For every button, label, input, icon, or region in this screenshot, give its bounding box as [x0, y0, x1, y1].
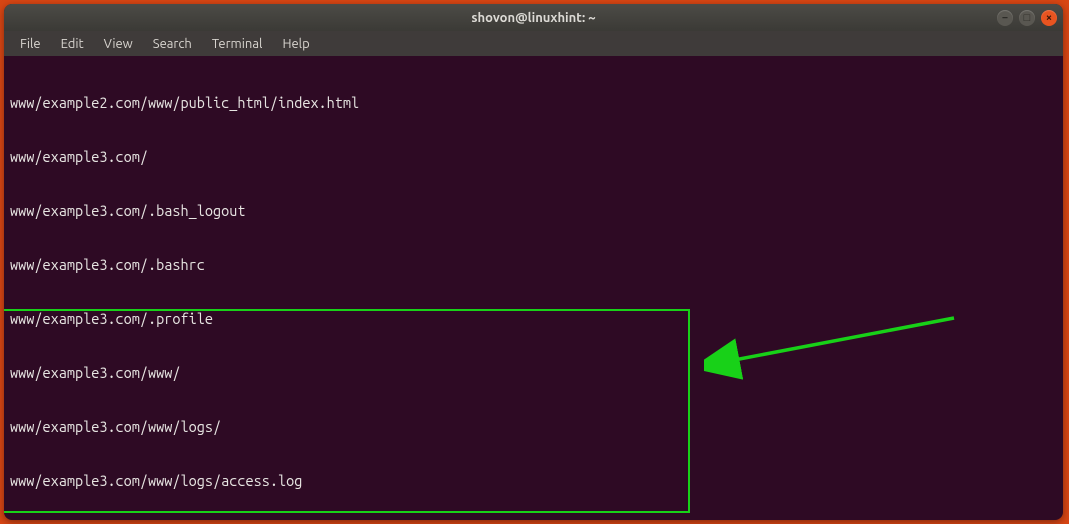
output-line: www/example3.com/www/logs/access.log: [10, 472, 1057, 490]
output-line: www/example3.com/.profile: [10, 310, 1057, 328]
menu-search[interactable]: Search: [145, 35, 200, 53]
menubar: File Edit View Search Terminal Help: [4, 31, 1063, 56]
titlebar[interactable]: shovon@linuxhint: ~ − □ ×: [4, 4, 1063, 31]
minimize-button[interactable]: −: [997, 10, 1013, 26]
menu-edit[interactable]: Edit: [53, 35, 92, 53]
maximize-button[interactable]: □: [1019, 10, 1035, 26]
output-line: www/example3.com/www/logs/: [10, 418, 1057, 436]
window-title: shovon@linuxhint: ~: [471, 11, 595, 25]
output-line: www/example3.com/: [10, 148, 1057, 166]
output-line: www/example3.com/.bash_logout: [10, 202, 1057, 220]
output-line: www/example3.com/.bashrc: [10, 256, 1057, 274]
menu-file[interactable]: File: [12, 35, 49, 53]
terminal-body[interactable]: www/example2.com/www/public_html/index.h…: [4, 56, 1063, 520]
output-line: www/example2.com/www/public_html/index.h…: [10, 94, 1057, 112]
output-line: www/example3.com/www/: [10, 364, 1057, 382]
menu-help[interactable]: Help: [274, 35, 317, 53]
terminal-window: shovon@linuxhint: ~ − □ × File Edit View…: [4, 4, 1063, 520]
window-controls: − □ ×: [997, 4, 1057, 31]
menu-view[interactable]: View: [96, 35, 141, 53]
close-button[interactable]: ×: [1041, 10, 1057, 26]
menu-terminal[interactable]: Terminal: [204, 35, 271, 53]
